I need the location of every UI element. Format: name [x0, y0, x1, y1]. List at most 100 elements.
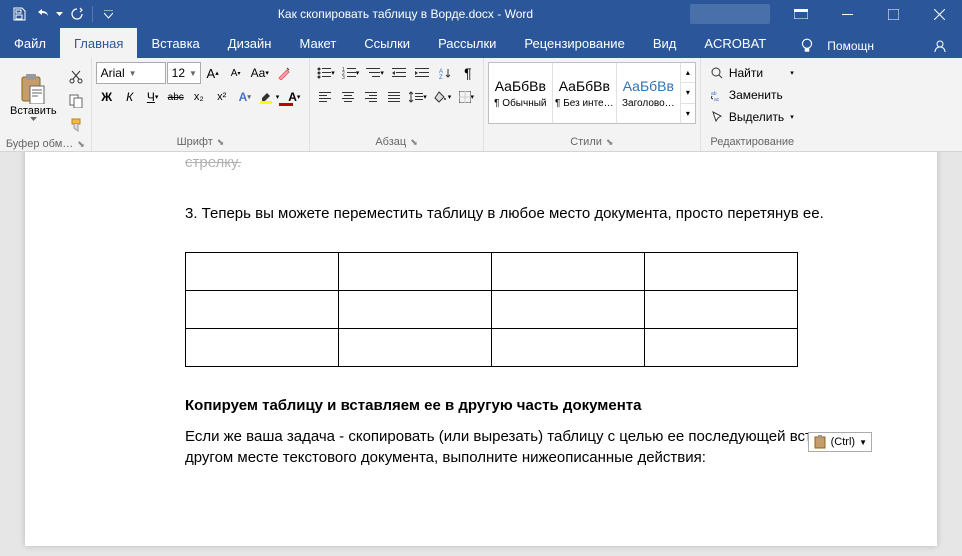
shading-icon[interactable]: ▾ [431, 86, 455, 108]
style-scroll-up-icon[interactable]: ▴ [681, 63, 695, 83]
tab-design[interactable]: Дизайн [214, 28, 286, 58]
editing-group-label: Редактирование [710, 136, 794, 148]
minimize-icon[interactable] [824, 0, 870, 28]
replace-icon: abac [711, 89, 723, 101]
format-painter-icon[interactable] [65, 114, 87, 136]
grow-font-icon[interactable]: A▴ [202, 62, 224, 84]
clipboard-launcher-icon[interactable]: ⬊ [77, 139, 85, 150]
share-icon[interactable] [926, 34, 954, 58]
tab-review[interactable]: Рецензирование [510, 28, 638, 58]
style-scroll-down-icon[interactable]: ▾ [681, 83, 695, 103]
title-bar: Как скопировать таблицу в Ворде.docx - W… [0, 0, 962, 28]
user-account[interactable] [690, 4, 770, 24]
page[interactable]: стрелку. 3. Теперь вы можете переместить… [25, 152, 937, 546]
paragraph-launcher-icon[interactable]: ⬊ [410, 137, 418, 148]
align-left-icon[interactable] [314, 86, 336, 108]
text-effects-icon[interactable]: A▾ [234, 86, 256, 108]
tell-me[interactable]: Помощн [799, 34, 962, 58]
subscript-button[interactable]: x₂ [188, 86, 210, 108]
chevron-down-icon: ▼ [859, 438, 867, 447]
table-row[interactable] [186, 291, 798, 329]
style-expand-icon[interactable]: ▾ [681, 104, 695, 123]
group-styles: АаБбВв ¶ Обычный АаБбВв ¶ Без инте… АаБб… [484, 58, 701, 151]
doc-table[interactable] [185, 252, 798, 367]
styles-launcher-icon[interactable]: ⬊ [606, 137, 614, 148]
bullets-icon[interactable]: ▾ [314, 62, 338, 84]
show-marks-icon[interactable]: ¶ [457, 62, 479, 84]
table-row[interactable] [186, 329, 798, 367]
doc-heading: Копируем таблицу и вставляем ее в другую… [185, 395, 877, 416]
paste-options-button[interactable]: (Ctrl) ▼ [808, 432, 872, 452]
group-font: Arial▼ 12▼ A▴ A▾ Aa▾ Ж К Ч▾ abc x₂ x² [92, 58, 311, 151]
tab-file[interactable]: Файл [0, 28, 60, 58]
bold-button[interactable]: Ж [96, 86, 118, 108]
font-name-combo[interactable]: Arial▼ [96, 62, 166, 84]
find-button[interactable]: Найти▾ [705, 62, 800, 84]
decrease-indent-icon[interactable] [388, 62, 410, 84]
style-normal[interactable]: АаБбВв ¶ Обычный [489, 63, 553, 123]
svg-text:Z: Z [439, 75, 443, 79]
group-paragraph: ▾ 123▾ ▾ AZ ¶ ▾ ▾ ▾ А [310, 58, 484, 151]
increase-indent-icon[interactable] [411, 62, 433, 84]
font-color-icon[interactable]: A▾ [283, 86, 305, 108]
tell-me-label: Помощн [821, 35, 880, 57]
tab-view[interactable]: Вид [639, 28, 691, 58]
styles-group-label: Стили [570, 136, 602, 148]
cut-icon[interactable] [65, 66, 87, 88]
font-size-combo[interactable]: 12▼ [167, 62, 201, 84]
select-button[interactable]: Выделить▾ [705, 106, 800, 128]
doc-paragraph-4: Если же ваша задача - скопировать (или в… [185, 426, 877, 468]
tab-acrobat[interactable]: ACROBAT [690, 28, 780, 58]
style-no-spacing[interactable]: АаБбВв ¶ Без инте… [553, 63, 617, 123]
align-right-icon[interactable] [360, 86, 382, 108]
paste-button[interactable]: Вставить [4, 62, 63, 132]
copy-icon[interactable] [65, 90, 87, 112]
cursor-icon [711, 111, 723, 123]
doc-cutoff-text: стрелку. [185, 152, 877, 173]
justify-icon[interactable] [383, 86, 405, 108]
maximize-icon[interactable] [870, 0, 916, 28]
lightbulb-icon [799, 38, 815, 54]
group-clipboard: Вставить Буфер обм… ⬊ [0, 58, 92, 151]
multilevel-list-icon[interactable]: ▾ [363, 62, 387, 84]
tab-mailings[interactable]: Рассылки [424, 28, 510, 58]
replace-button[interactable]: abac Заменить [705, 84, 800, 106]
close-icon[interactable] [916, 0, 962, 28]
align-center-icon[interactable] [337, 86, 359, 108]
strikethrough-button[interactable]: abc [165, 86, 187, 108]
tab-home[interactable]: Главная [60, 28, 137, 58]
svg-text:ac: ac [714, 97, 720, 101]
clipboard-group-label: Буфер обм… [6, 138, 73, 150]
font-launcher-icon[interactable]: ⬊ [217, 137, 225, 148]
borders-icon[interactable]: ▾ [455, 86, 477, 108]
redo-icon[interactable] [64, 2, 90, 26]
line-spacing-icon[interactable]: ▾ [406, 86, 430, 108]
style-scroll: ▴ ▾ ▾ [681, 63, 695, 123]
doc-paragraph-3: 3. Теперь вы можете переместить таблицу … [185, 203, 877, 224]
document-area[interactable]: стрелку. 3. Теперь вы можете переместить… [0, 152, 962, 556]
chevron-down-icon [30, 117, 37, 121]
tab-references[interactable]: Ссылки [350, 28, 424, 58]
search-icon [711, 67, 723, 79]
ribbon-tabs: Файл Главная Вставка Дизайн Макет Ссылки… [0, 28, 962, 58]
numbering-icon[interactable]: 123▾ [339, 62, 363, 84]
qat-customize-icon[interactable] [95, 2, 121, 26]
window-title: Как скопировать таблицу в Ворде.docx - W… [121, 7, 690, 21]
italic-button[interactable]: К [119, 86, 141, 108]
clear-formatting-icon[interactable] [273, 62, 295, 84]
table-row[interactable] [186, 253, 798, 291]
sort-icon[interactable]: AZ [434, 62, 456, 84]
superscript-button[interactable]: x² [211, 86, 233, 108]
underline-button[interactable]: Ч▾ [142, 86, 164, 108]
undo-dropdown-icon[interactable] [54, 2, 64, 26]
change-case-icon[interactable]: Aa▾ [248, 62, 272, 84]
save-icon[interactable] [6, 2, 32, 26]
tab-layout[interactable]: Макет [285, 28, 350, 58]
shrink-font-icon[interactable]: A▾ [225, 62, 247, 84]
group-editing: Найти▾ abac Заменить Выделить▾ Редактиро… [701, 58, 804, 151]
style-heading1[interactable]: АаБбВв Заголово… [617, 63, 681, 123]
ribbon-options-icon[interactable] [778, 0, 824, 28]
quick-access-toolbar [0, 2, 121, 26]
window-controls [778, 0, 962, 28]
tab-insert[interactable]: Вставка [137, 28, 213, 58]
